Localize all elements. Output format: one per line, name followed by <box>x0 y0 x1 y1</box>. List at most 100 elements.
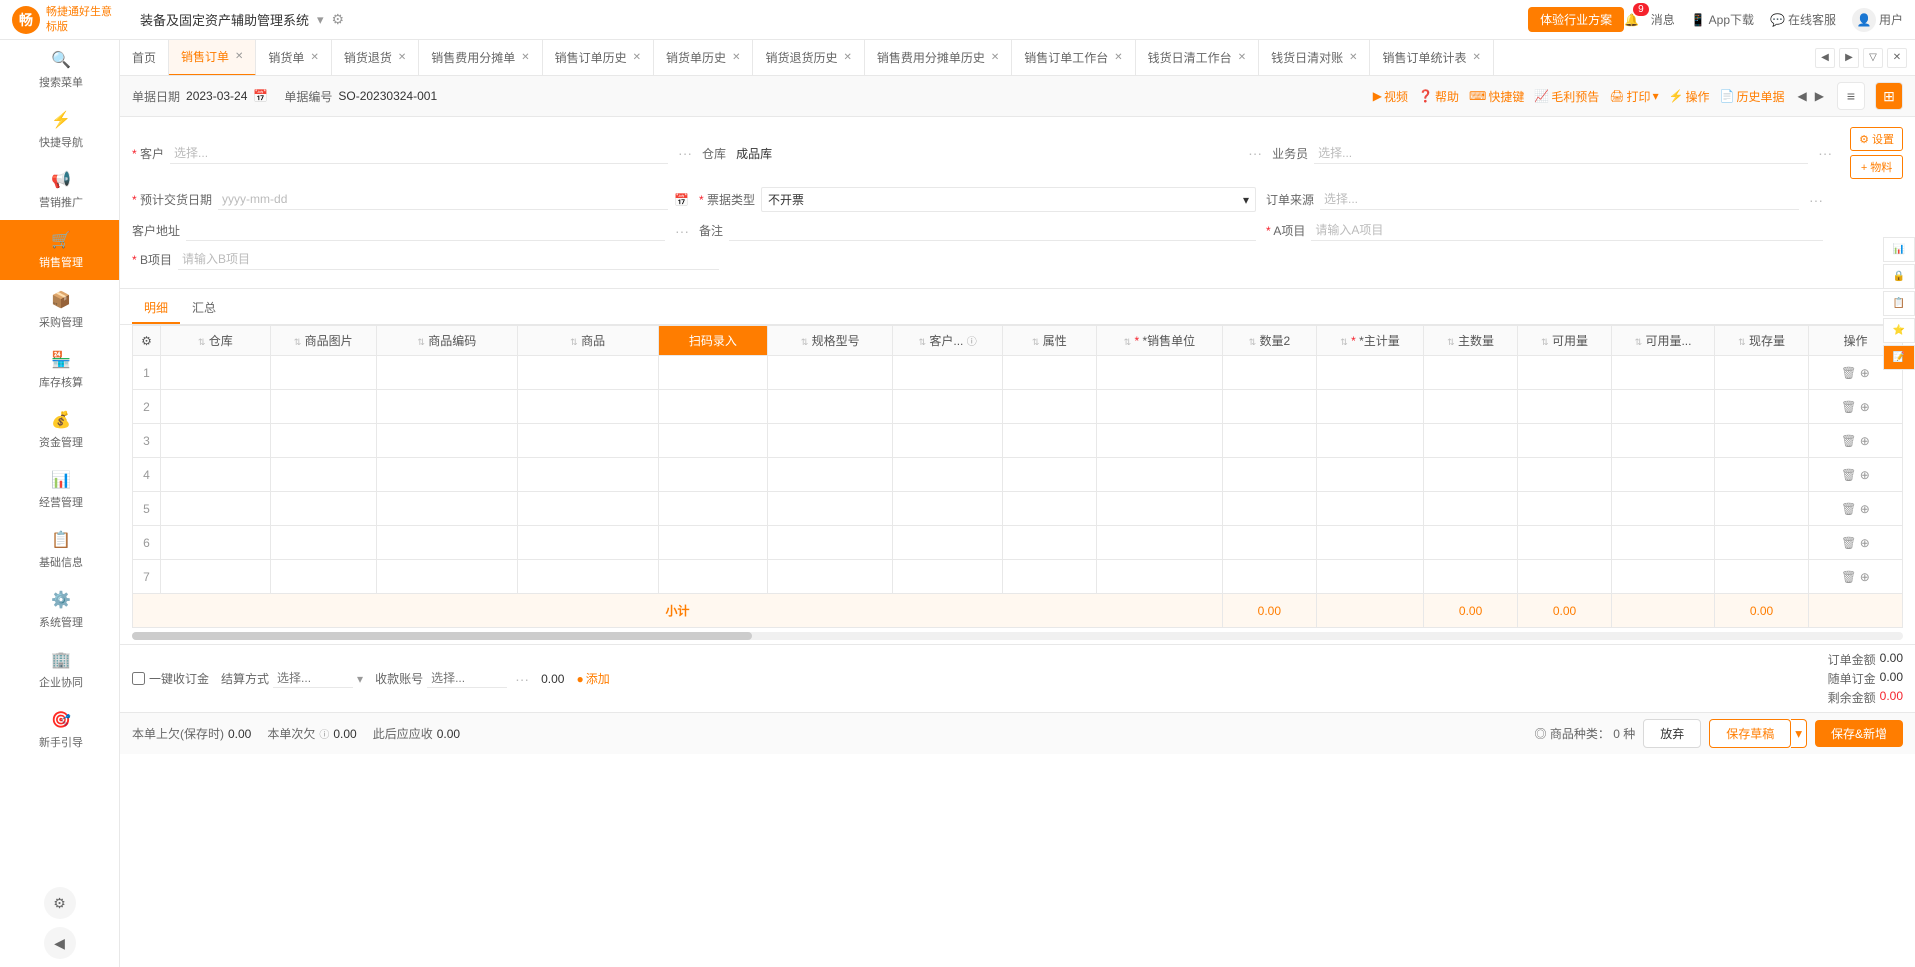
sidebar-item-operations[interactable]: 📊 经营管理 <box>0 460 119 520</box>
sort-icon-av[interactable]: ⇅ <box>1541 337 1549 347</box>
one-click-checkbox-label[interactable]: 一键收订金 <box>132 670 209 687</box>
dropdown-icon[interactable]: ▾ <box>317 12 324 28</box>
copy-icon-7[interactable]: ⊕ <box>1860 570 1870 584</box>
customer-address-input[interactable] <box>186 220 665 241</box>
industry-btn[interactable]: 体验行业方案 <box>1528 7 1624 32</box>
one-click-checkbox[interactable] <box>132 672 145 685</box>
delete-icon-3[interactable]: 🗑 <box>1841 434 1856 448</box>
tab-close-10[interactable]: ✕ <box>1238 52 1246 63</box>
tab-close-3[interactable]: ✕ <box>398 52 406 63</box>
delete-icon-5[interactable]: 🗑 <box>1841 502 1856 516</box>
list-view-btn[interactable]: ≡ <box>1837 82 1865 110</box>
tab-next[interactable]: ▶ <box>1839 48 1859 68</box>
calendar-icon[interactable]: 📅 <box>253 89 268 103</box>
tab-close-all[interactable]: ✕ <box>1887 48 1907 68</box>
sidebar-item-marketing[interactable]: 📢 营销推广 <box>0 160 119 220</box>
tab-home[interactable]: 首页 <box>120 40 169 76</box>
customer-input[interactable] <box>170 143 668 164</box>
row-mq-1[interactable] <box>1424 356 1518 390</box>
row-unit-1[interactable] <box>1096 356 1222 390</box>
settings-bottom-btn[interactable]: ⚙ <box>44 887 76 919</box>
delete-icon-7[interactable]: 🗑 <box>1841 570 1856 584</box>
sort-icon-cc[interactable]: ⇅ <box>918 337 926 347</box>
print-btn[interactable]: 🖨 打印 ▾ <box>1609 88 1658 105</box>
float-btn-2[interactable]: 🔒 <box>1883 264 1915 289</box>
tab-order-history[interactable]: 销售订单历史 ✕ <box>543 40 654 76</box>
ops-btn[interactable]: ⚡ 操作 <box>1669 88 1710 105</box>
view-btn[interactable]: ▶ 视频 <box>1373 88 1408 105</box>
sidebar-item-purchase[interactable]: 📦 采购管理 <box>0 280 119 340</box>
float-btn-4[interactable]: ⭐ <box>1883 318 1915 343</box>
delete-icon-2[interactable]: 🗑 <box>1841 400 1856 414</box>
row-img-1[interactable] <box>270 356 376 390</box>
row-warehouse-1[interactable] <box>161 356 271 390</box>
row-product-1[interactable] <box>517 356 658 390</box>
row-av2-1[interactable] <box>1611 356 1714 390</box>
user-area[interactable]: 👤 用户 <box>1852 8 1903 32</box>
row-mu-1[interactable] <box>1316 356 1423 390</box>
tab-close-5[interactable]: ✕ <box>633 52 641 63</box>
doc-next[interactable]: ▶ <box>1812 89 1827 103</box>
row-cc-1[interactable] <box>893 356 1003 390</box>
tab-close-4[interactable]: ✕ <box>521 52 529 63</box>
tab-detail[interactable]: 明细 <box>132 293 180 324</box>
row-qty2-1[interactable] <box>1222 356 1316 390</box>
sidebar-item-sales[interactable]: 🛒 销售管理 <box>0 220 119 280</box>
float-btn-3[interactable]: 📋 <box>1883 291 1915 316</box>
row-scan-1[interactable] <box>658 356 768 390</box>
payment-input[interactable] <box>273 669 353 688</box>
discard-btn[interactable]: 放弃 <box>1643 719 1701 748</box>
info-icon-lower[interactable]: ⓘ <box>319 726 329 741</box>
notification-area[interactable]: 🔔 9 消息 <box>1624 11 1675 28</box>
sidebar-item-enterprise[interactable]: 🏢 企业协同 <box>0 640 119 700</box>
save-draft-dropdown[interactable]: ▾ <box>1791 719 1807 748</box>
tab-sales-return[interactable]: 销货退货 ✕ <box>332 40 419 76</box>
row-sku-1[interactable] <box>376 356 517 390</box>
settings-btn[interactable]: ⚙ 设置 <box>1850 127 1903 151</box>
tab-expense-split[interactable]: 销售费用分摊单 ✕ <box>419 40 542 76</box>
tab-invoice-history[interactable]: 销货单历史 ✕ <box>654 40 753 76</box>
sort-icon[interactable]: ⇅ <box>198 337 206 347</box>
copy-icon-5[interactable]: ⊕ <box>1860 502 1870 516</box>
sidebar-item-finance[interactable]: 💰 资金管理 <box>0 400 119 460</box>
save-draft-btn[interactable]: 保存草稿 <box>1709 719 1791 748</box>
float-btn-1[interactable]: 📊 <box>1883 237 1915 262</box>
row-attr-1[interactable] <box>1002 356 1096 390</box>
add-material-btn[interactable]: + 物料 <box>1850 155 1903 179</box>
history-btn[interactable]: 📄 历史单据 <box>1720 88 1785 105</box>
account-dots[interactable]: ··· <box>515 671 529 687</box>
scrollbar-thumb[interactable] <box>132 632 752 640</box>
delete-icon-6[interactable]: 🗑 <box>1841 536 1856 550</box>
sidebar-item-quick[interactable]: ⚡ 快捷导航 <box>0 100 119 160</box>
profit-btn[interactable]: 📈 毛利预告 <box>1534 88 1599 105</box>
remark-input[interactable] <box>729 220 1256 241</box>
float-btn-5[interactable]: 📝 <box>1883 345 1915 370</box>
invoice-type-select[interactable]: 不开票 ▾ <box>761 187 1256 212</box>
th-scan[interactable]: 扫码录入 <box>658 326 768 356</box>
sort-icon-unit[interactable]: ⇅ <box>1124 337 1132 347</box>
order-source-input[interactable] <box>1320 189 1799 210</box>
th-settings[interactable]: ⚙ <box>133 326 161 356</box>
save-new-btn[interactable]: 保存&新增 <box>1815 720 1903 747</box>
settings-icon[interactable]: ⚙ <box>332 11 345 28</box>
copy-icon-6[interactable]: ⊕ <box>1860 536 1870 550</box>
row-av-1[interactable] <box>1518 356 1612 390</box>
delete-icon-1[interactable]: 🗑 <box>1841 366 1856 380</box>
delivery-date-input[interactable] <box>218 189 668 210</box>
warehouse-dots[interactable]: ··· <box>1248 145 1262 161</box>
tab-order-workbench[interactable]: 销售订单工作台 ✕ <box>1012 40 1135 76</box>
order-source-dots[interactable]: ··· <box>1809 192 1823 208</box>
sort-icon-img[interactable]: ⇅ <box>294 337 302 347</box>
tab-close-9[interactable]: ✕ <box>1114 52 1122 63</box>
tab-daily-clear[interactable]: 钱货日清工作台 ✕ <box>1136 40 1259 76</box>
sort-icon-sku[interactable]: ⇅ <box>417 337 425 347</box>
tab-close-6[interactable]: ✕ <box>732 52 740 63</box>
tab-prev[interactable]: ◀ <box>1815 48 1835 68</box>
tab-return-history[interactable]: 销货退货历史 ✕ <box>753 40 864 76</box>
customer-dots[interactable]: ··· <box>678 145 692 161</box>
salesperson-dots[interactable]: ··· <box>1818 145 1832 161</box>
sidebar-item-base[interactable]: 📋 基础信息 <box>0 520 119 580</box>
tab-close-8[interactable]: ✕ <box>991 52 999 63</box>
help-btn[interactable]: ❓ 帮助 <box>1418 88 1459 105</box>
copy-icon-3[interactable]: ⊕ <box>1860 434 1870 448</box>
